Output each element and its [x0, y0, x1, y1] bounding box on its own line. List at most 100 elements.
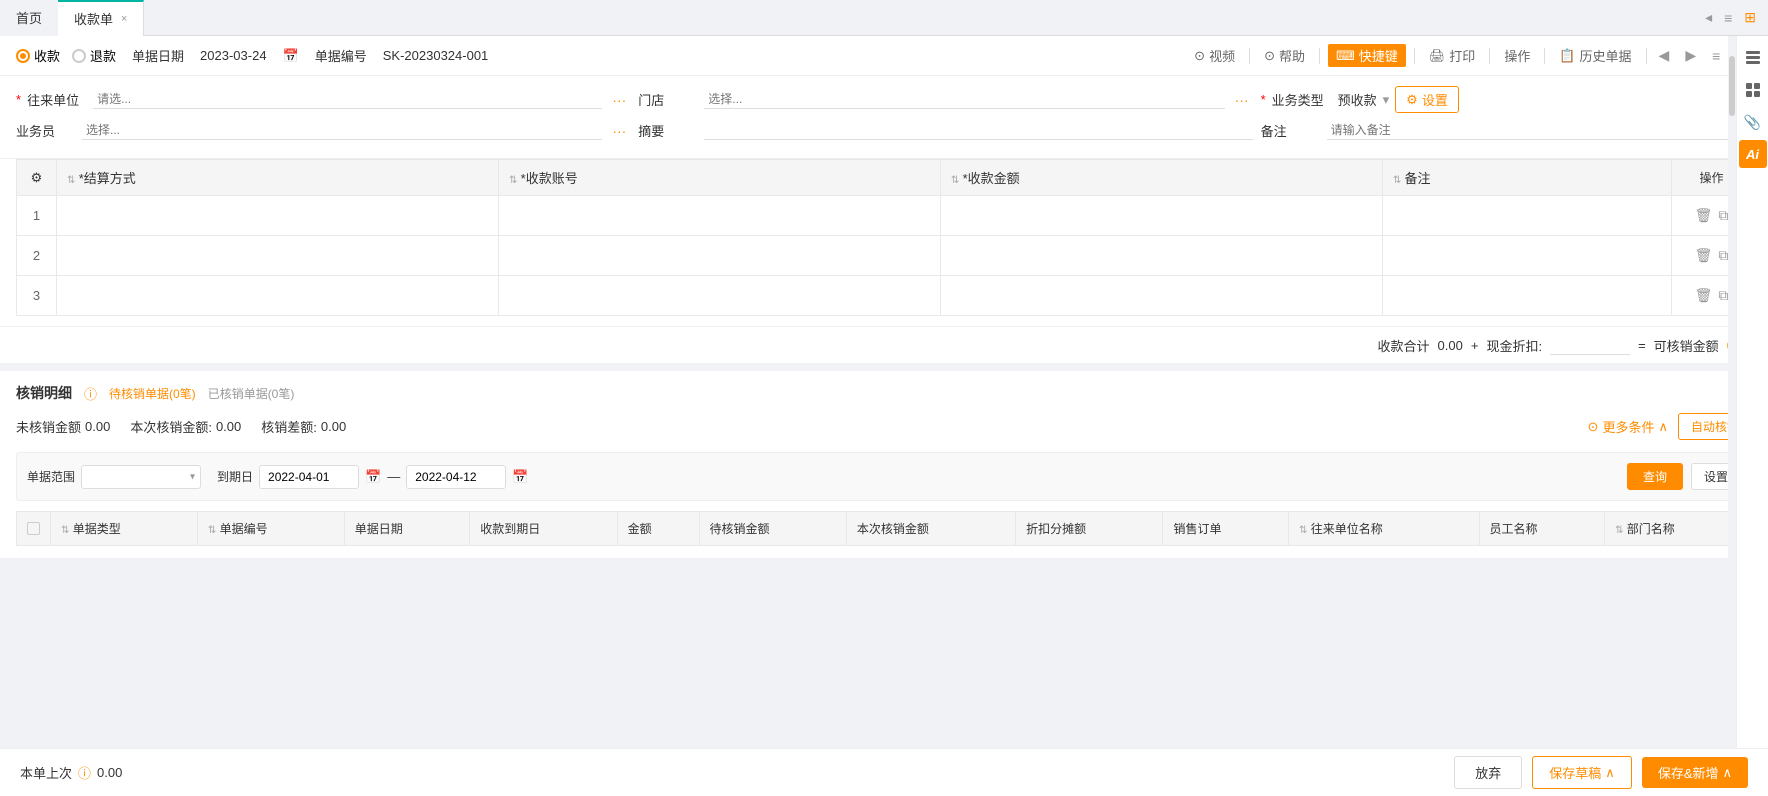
row-amount-3[interactable]: [940, 276, 1382, 316]
row-notes-1[interactable]: [1382, 196, 1671, 236]
store-input[interactable]: [704, 90, 1224, 109]
tab-grid-icon[interactable]: ⊞: [1740, 7, 1760, 28]
th-receipt-amount: ⇅ *收款金额: [940, 160, 1382, 196]
row-amount-2[interactable]: [940, 236, 1382, 276]
shortcut-btn[interactable]: ⌨ 快捷键: [1328, 44, 1406, 67]
scrollbar-area[interactable]: [1728, 36, 1736, 748]
date-from-input[interactable]: [259, 465, 359, 489]
row-account-2[interactable]: [498, 236, 940, 276]
tab-list-icon[interactable]: ≡: [1720, 8, 1736, 28]
biz-type-field: * 业务类型 预收款 ▾ ⚙ 设置: [1261, 86, 1752, 113]
bottom-table-header: ⇅ 单据类型 ⇅ 单据编号 单据日期 收款到期日 金额 待核销金额 本次核销金额…: [17, 512, 1752, 546]
footer-info-icon[interactable]: ⓘ: [78, 763, 91, 782]
row-account-1[interactable]: [498, 196, 940, 236]
notes-field: 备注: [1261, 121, 1752, 140]
sidebar-grid-icon[interactable]: [1739, 76, 1767, 104]
row-copy-icon-1[interactable]: ⧉: [1718, 207, 1728, 224]
th-checkbox[interactable]: [17, 512, 51, 546]
row-delete-icon-2[interactable]: 🗑: [1695, 247, 1713, 264]
cal-icon-from[interactable]: 📅: [365, 469, 381, 485]
radio-refund[interactable]: 退款: [72, 46, 116, 65]
biz-type-value: 预收款: [1338, 90, 1377, 109]
th-discount: 折扣分摊额: [1016, 512, 1163, 546]
notes-input[interactable]: [1327, 121, 1752, 140]
th-gear[interactable]: ⚙: [17, 160, 57, 196]
radio-refund-label: 退款: [90, 46, 116, 65]
row-notes-3[interactable]: [1382, 276, 1671, 316]
range-select[interactable]: [81, 465, 201, 489]
row-amount-1[interactable]: [940, 196, 1382, 236]
staff-input[interactable]: [82, 121, 602, 140]
partner-more-btn[interactable]: ···: [608, 92, 630, 108]
this-time-value: 0.00: [216, 419, 241, 434]
biz-type-required: *: [1261, 92, 1266, 107]
tab-expand-icon[interactable]: ◂: [1701, 7, 1716, 28]
store-more-btn[interactable]: ···: [1231, 92, 1253, 108]
th-notes: ⇅ 备注: [1382, 160, 1671, 196]
row-notes-2[interactable]: [1382, 236, 1671, 276]
main-content: 收款 退款 单据日期 2023-03-24 📅 单据编号 SK-20230324…: [0, 36, 1768, 558]
plus-sign: +: [1471, 338, 1479, 353]
sidebar-ai-icon[interactable]: Ai: [1739, 140, 1767, 168]
footer-info-label: 本单上次: [20, 763, 72, 782]
row-settle-3[interactable]: [57, 276, 499, 316]
discount-input[interactable]: [1550, 335, 1630, 355]
calendar-icon[interactable]: 📅: [283, 48, 299, 64]
cal-icon-to[interactable]: 📅: [512, 469, 528, 485]
row-delete-icon-3[interactable]: 🗑: [1695, 287, 1713, 304]
radio-receipt[interactable]: 收款: [16, 46, 60, 65]
table-gear-icon[interactable]: ⚙: [31, 170, 43, 185]
staff-more-btn[interactable]: ···: [608, 123, 630, 139]
sidebar-attach-icon[interactable]: 📎: [1739, 108, 1767, 136]
row-copy-icon-2[interactable]: ⧉: [1718, 247, 1728, 264]
discount-label: 现金折扣:: [1486, 336, 1542, 355]
help-label: 帮助: [1279, 46, 1305, 65]
biz-type-selector[interactable]: 预收款 ▾: [1338, 90, 1390, 109]
help-btn[interactable]: ⊙ 帮助: [1258, 44, 1311, 67]
filter-icon: ⊙: [1588, 419, 1599, 435]
video-label: 视频: [1209, 46, 1235, 65]
query-btn[interactable]: 查询: [1627, 463, 1683, 490]
receipt-table: ⚙ ⇅ *结算方式 ⇅ *收款账号 ⇅ *收款金额 ⇅: [16, 159, 1752, 316]
row-copy-icon-3[interactable]: ⧉: [1718, 287, 1728, 304]
tab-home[interactable]: 首页: [0, 0, 58, 36]
divider1: [1249, 48, 1250, 64]
date-to-input[interactable]: [406, 465, 506, 489]
pending-tab-link[interactable]: 待核销单据(0笔): [109, 385, 196, 402]
th-amount: 金额: [617, 512, 699, 546]
radio-receipt-dot: [16, 49, 30, 63]
diff-value: 0.00: [321, 419, 346, 434]
save-draft-btn[interactable]: 保存草稿 ∧: [1532, 756, 1632, 789]
history-btn[interactable]: 📋 历史单据: [1553, 44, 1637, 67]
operate-btn[interactable]: 操作: [1498, 44, 1536, 67]
sidebar-table-icon[interactable]: [1739, 44, 1767, 72]
print-btn[interactable]: 🖨 打印: [1423, 44, 1482, 67]
row-settle-1[interactable]: [57, 196, 499, 236]
equals-sign: =: [1638, 338, 1646, 353]
abandon-btn[interactable]: 放弃: [1454, 756, 1522, 789]
row-account-3[interactable]: [498, 276, 940, 316]
store-field: 门店 ···: [638, 90, 1252, 109]
th-this-verify: 本次核销金额: [846, 512, 1015, 546]
partner-input[interactable]: [93, 90, 602, 109]
form-row-2: 业务员 ··· 摘要 备注: [16, 121, 1752, 140]
tab-receipt[interactable]: 收款单 ×: [58, 0, 144, 36]
scrollbar-thumb[interactable]: [1729, 56, 1735, 116]
partner-field: * 往来单位 ···: [16, 90, 630, 109]
more-conditions-btn[interactable]: ⊙ 更多条件 ∧: [1588, 417, 1668, 436]
verification-info-icon[interactable]: ⓘ: [84, 384, 97, 403]
summary-input[interactable]: [704, 121, 1252, 140]
operate-label: 操作: [1504, 46, 1530, 65]
row-settle-2[interactable]: [57, 236, 499, 276]
tab-close-icon[interactable]: ×: [121, 13, 127, 25]
nav-right-icon[interactable]: ▶: [1681, 45, 1700, 66]
table-section: ⚙ ⇅ *结算方式 ⇅ *收款账号 ⇅ *收款金额 ⇅: [0, 159, 1768, 326]
nav-left-icon[interactable]: ◀: [1655, 45, 1674, 66]
row-delete-icon-1[interactable]: 🗑: [1695, 207, 1713, 224]
video-btn[interactable]: ⊙ 视频: [1188, 44, 1241, 67]
done-tab-link[interactable]: 已核销单据(0笔): [208, 385, 295, 402]
save-new-btn[interactable]: 保存&新增 ∧: [1642, 757, 1748, 788]
menu-icon[interactable]: ≡: [1708, 46, 1724, 66]
settings-button[interactable]: ⚙ 设置: [1395, 86, 1459, 113]
header-checkbox[interactable]: [27, 522, 40, 535]
